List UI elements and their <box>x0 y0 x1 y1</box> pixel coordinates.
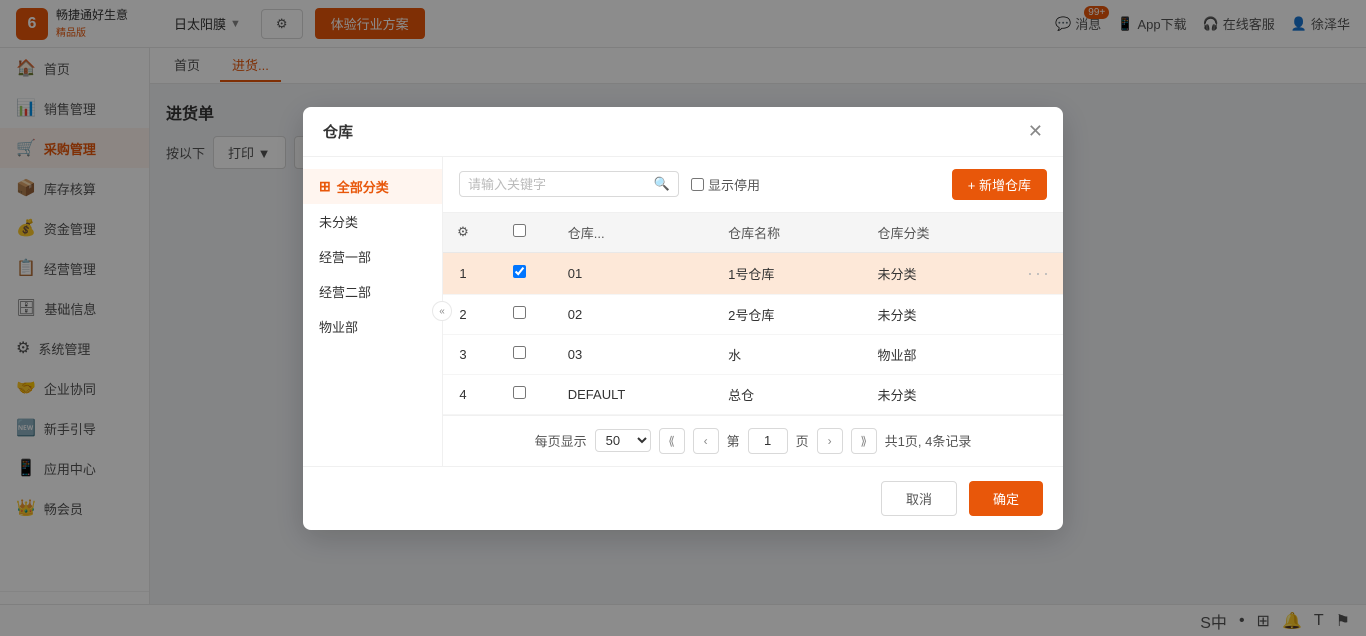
dialog-header: 仓库 ✕ <box>303 107 1063 157</box>
table-row: 2 02 2号仓库 未分类 <box>443 294 1063 334</box>
dialog-title: 仓库 <box>323 121 353 142</box>
confirm-btn[interactable]: 确定 <box>969 481 1043 516</box>
cancel-btn[interactable]: 取消 <box>881 481 957 516</box>
row-checkbox[interactable] <box>513 346 526 359</box>
table-row: 1 01 1号仓库 未分类 ··· <box>443 252 1063 294</box>
td-more-actions[interactable] <box>1015 334 1063 374</box>
table-row: 3 03 水 物业部 <box>443 334 1063 374</box>
td-more-actions[interactable] <box>1015 374 1063 414</box>
th-category: 仓库分类 <box>866 213 1015 253</box>
td-name: 水 <box>716 334 865 374</box>
warehouse-dialog: 仓库 ✕ ⊞ 全部分类 未分类 经营一部 经营二部 <box>303 107 1063 530</box>
add-warehouse-btn[interactable]: + 新增仓库 <box>952 169 1047 200</box>
dialog-table: ⚙ 仓库... 仓库名称 <box>443 213 1063 415</box>
dsb-item-property[interactable]: 物业部 <box>303 309 442 344</box>
prev-page-btn[interactable]: ‹ <box>693 428 719 454</box>
warehouse-table: ⚙ 仓库... 仓库名称 <box>443 213 1063 415</box>
th-checkbox <box>483 213 556 253</box>
dsb-item-uncategorized[interactable]: 未分类 <box>303 204 442 239</box>
th-gear: ⚙ <box>443 213 483 253</box>
th-name: 仓库名称 <box>716 213 865 253</box>
total-info: 共1页, 4条记录 <box>885 431 972 450</box>
search-input[interactable] <box>468 177 648 192</box>
td-code: 02 <box>556 294 716 334</box>
page-label-pre: 第 <box>727 431 740 450</box>
td-name: 2号仓库 <box>716 294 865 334</box>
dialog-sidebar: ⊞ 全部分类 未分类 经营一部 经营二部 物业部 « <box>303 157 443 466</box>
dialog-pagination: 每页显示 50 10 20 100 ⟪ ‹ 第 页 › ⟫ 共1页, 4条记录 <box>443 415 1063 466</box>
dialog-overlay: 仓库 ✕ ⊞ 全部分类 未分类 经营一部 经营二部 <box>0 0 1366 636</box>
grid-icon: ⊞ <box>319 178 331 195</box>
table-row: 4 DEFAULT 总仓 未分类 <box>443 374 1063 414</box>
dialog-close-btn[interactable]: ✕ <box>1028 121 1043 142</box>
td-category: 未分类 <box>866 294 1015 334</box>
dsb-item-dept2[interactable]: 经营二部 <box>303 274 442 309</box>
td-checkbox[interactable] <box>483 252 556 294</box>
row-checkbox[interactable] <box>513 386 526 399</box>
td-code: 03 <box>556 334 716 374</box>
page-label: 页 <box>796 431 809 450</box>
per-page-label: 每页显示 <box>535 431 587 450</box>
td-checkbox[interactable] <box>483 334 556 374</box>
dialog-toolbar: 🔍 显示停用 + 新增仓库 <box>443 157 1063 213</box>
td-category: 未分类 <box>866 252 1015 294</box>
row-checkbox[interactable] <box>513 306 526 319</box>
last-page-btn[interactable]: ⟫ <box>851 428 877 454</box>
td-name: 总仓 <box>716 374 865 414</box>
td-more-actions[interactable]: ··· <box>1015 252 1063 294</box>
td-index: 1 <box>443 252 483 294</box>
sidebar-collapse-btn[interactable]: « <box>432 301 452 321</box>
td-more-actions[interactable] <box>1015 294 1063 334</box>
dsb-item-all[interactable]: ⊞ 全部分类 <box>303 169 442 204</box>
next-page-btn[interactable]: › <box>817 428 843 454</box>
td-index: 4 <box>443 374 483 414</box>
per-page-select[interactable]: 50 10 20 100 <box>595 429 651 452</box>
show-disabled-label[interactable]: 显示停用 <box>691 175 760 194</box>
th-code: 仓库... <box>556 213 716 253</box>
dsb-item-dept1[interactable]: 经营一部 <box>303 239 442 274</box>
search-box: 🔍 <box>459 171 679 197</box>
td-name: 1号仓库 <box>716 252 865 294</box>
table-header-row: ⚙ 仓库... 仓库名称 <box>443 213 1063 253</box>
select-all-checkbox[interactable] <box>513 224 526 237</box>
td-index: 3 <box>443 334 483 374</box>
page-input[interactable] <box>748 428 788 454</box>
td-code: 01 <box>556 252 716 294</box>
td-checkbox[interactable] <box>483 374 556 414</box>
table-body: 1 01 1号仓库 未分类 ··· 2 02 2号仓库 未分类 3 03 水 物… <box>443 252 1063 414</box>
td-category: 物业部 <box>866 334 1015 374</box>
search-icon[interactable]: 🔍 <box>654 176 670 192</box>
td-code: DEFAULT <box>556 374 716 414</box>
more-icon[interactable]: ··· <box>1027 263 1051 283</box>
dialog-main: 🔍 显示停用 + 新增仓库 ⚙ <box>443 157 1063 466</box>
show-disabled-checkbox[interactable] <box>691 178 704 191</box>
row-checkbox[interactable] <box>513 265 526 278</box>
dialog-footer: 取消 确定 <box>303 466 1063 530</box>
dialog-body: ⊞ 全部分类 未分类 经营一部 经营二部 物业部 « <box>303 157 1063 466</box>
td-category: 未分类 <box>866 374 1015 414</box>
th-actions <box>1015 213 1063 253</box>
td-checkbox[interactable] <box>483 294 556 334</box>
first-page-btn[interactable]: ⟪ <box>659 428 685 454</box>
